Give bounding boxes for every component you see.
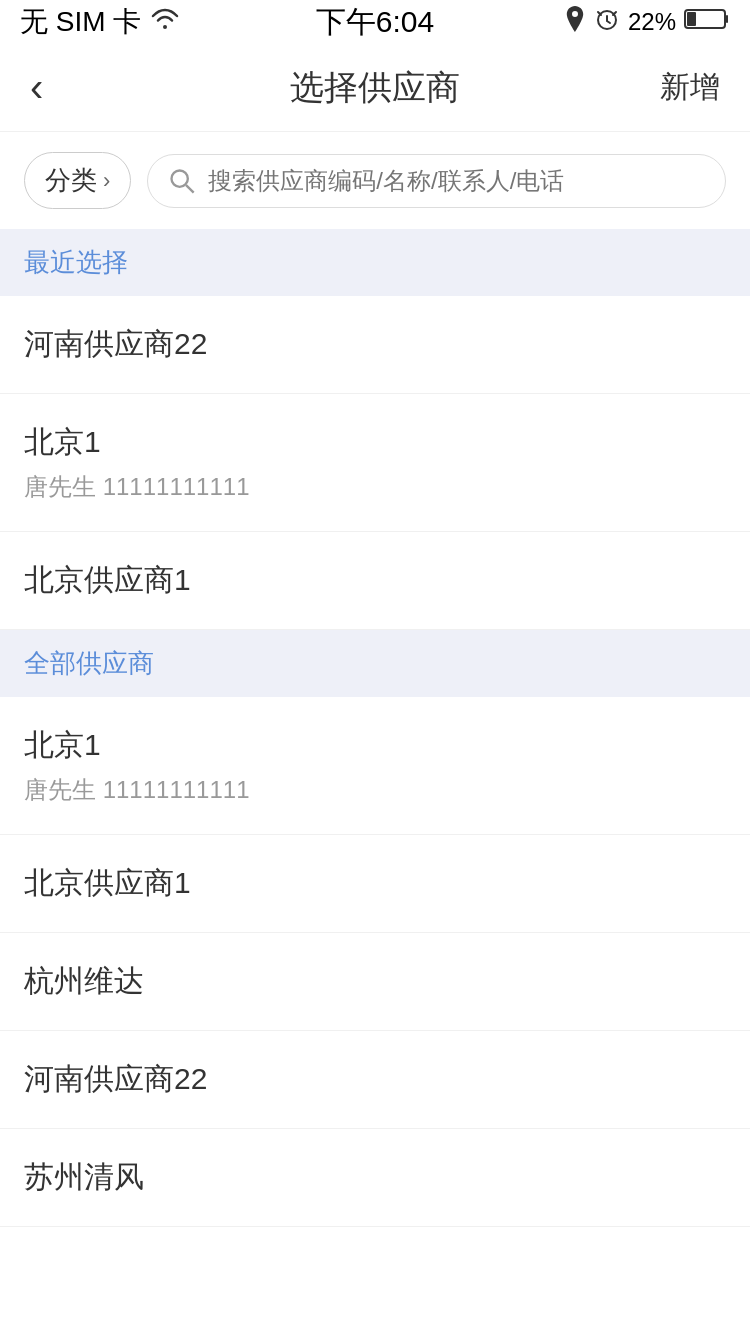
supplier-name: 北京供应商1 bbox=[24, 560, 726, 601]
svg-rect-2 bbox=[687, 12, 696, 26]
list-item[interactable]: 北京1 唐先生 11111111111 bbox=[0, 394, 750, 532]
wifi-icon bbox=[149, 6, 181, 38]
list-item[interactable]: 杭州维达 bbox=[0, 933, 750, 1031]
all-items-list: 北京1 唐先生 11111111111 北京供应商1 杭州维达河南供应商22 苏州清风 bbox=[0, 697, 750, 1227]
search-box[interactable] bbox=[147, 154, 726, 208]
category-label: 分类 bbox=[45, 163, 97, 198]
all-section-header: 全部供应商 bbox=[0, 630, 750, 697]
recent-section-header: 最近选择 bbox=[0, 229, 750, 296]
search-icon bbox=[168, 167, 196, 195]
list-item[interactable]: 北京供应商1 bbox=[0, 532, 750, 630]
category-button[interactable]: 分类 › bbox=[24, 152, 131, 209]
battery-icon bbox=[684, 7, 730, 37]
status-time: 下午6:04 bbox=[316, 2, 434, 43]
supplier-name: 河南供应商22 bbox=[24, 1059, 726, 1100]
battery-text: 22% bbox=[628, 8, 676, 36]
carrier-text: 无 SIM 卡 bbox=[20, 3, 141, 41]
search-input[interactable] bbox=[208, 167, 705, 195]
chevron-right-icon: › bbox=[103, 168, 110, 194]
filter-bar: 分类 › bbox=[0, 132, 750, 229]
list-item[interactable]: 河南供应商22 bbox=[0, 1031, 750, 1129]
recent-section-label: 最近选择 bbox=[24, 247, 128, 277]
supplier-name: 杭州维达 bbox=[24, 961, 726, 1002]
add-button[interactable]: 新增 bbox=[660, 67, 720, 108]
status-bar: 无 SIM 卡 下午6:04 22% bbox=[0, 0, 750, 44]
supplier-name: 河南供应商22 bbox=[24, 324, 726, 365]
location-icon bbox=[564, 6, 586, 38]
recent-items-list: 河南供应商22 北京1 唐先生 11111111111 北京供应商1 bbox=[0, 296, 750, 630]
status-carrier: 无 SIM 卡 bbox=[20, 3, 181, 41]
supplier-name: 苏州清风 bbox=[24, 1157, 726, 1198]
list-item[interactable]: 河南供应商22 bbox=[0, 296, 750, 394]
svg-line-4 bbox=[186, 185, 194, 193]
status-right: 22% bbox=[564, 6, 730, 38]
back-button[interactable]: ‹ bbox=[30, 65, 90, 110]
svg-point-3 bbox=[172, 170, 188, 186]
supplier-name: 北京1 bbox=[24, 422, 726, 463]
nav-bar: ‹ 选择供应商 新增 bbox=[0, 44, 750, 132]
supplier-name: 北京1 bbox=[24, 725, 726, 766]
list-item[interactable]: 北京供应商1 bbox=[0, 835, 750, 933]
all-section-label: 全部供应商 bbox=[24, 648, 154, 678]
supplier-contact: 唐先生 11111111111 bbox=[24, 471, 726, 503]
page-title: 选择供应商 bbox=[290, 65, 460, 111]
list-item[interactable]: 北京1 唐先生 11111111111 bbox=[0, 697, 750, 835]
list-item[interactable]: 苏州清风 bbox=[0, 1129, 750, 1227]
alarm-icon bbox=[594, 6, 620, 38]
supplier-name: 北京供应商1 bbox=[24, 863, 726, 904]
supplier-contact: 唐先生 11111111111 bbox=[24, 774, 726, 806]
